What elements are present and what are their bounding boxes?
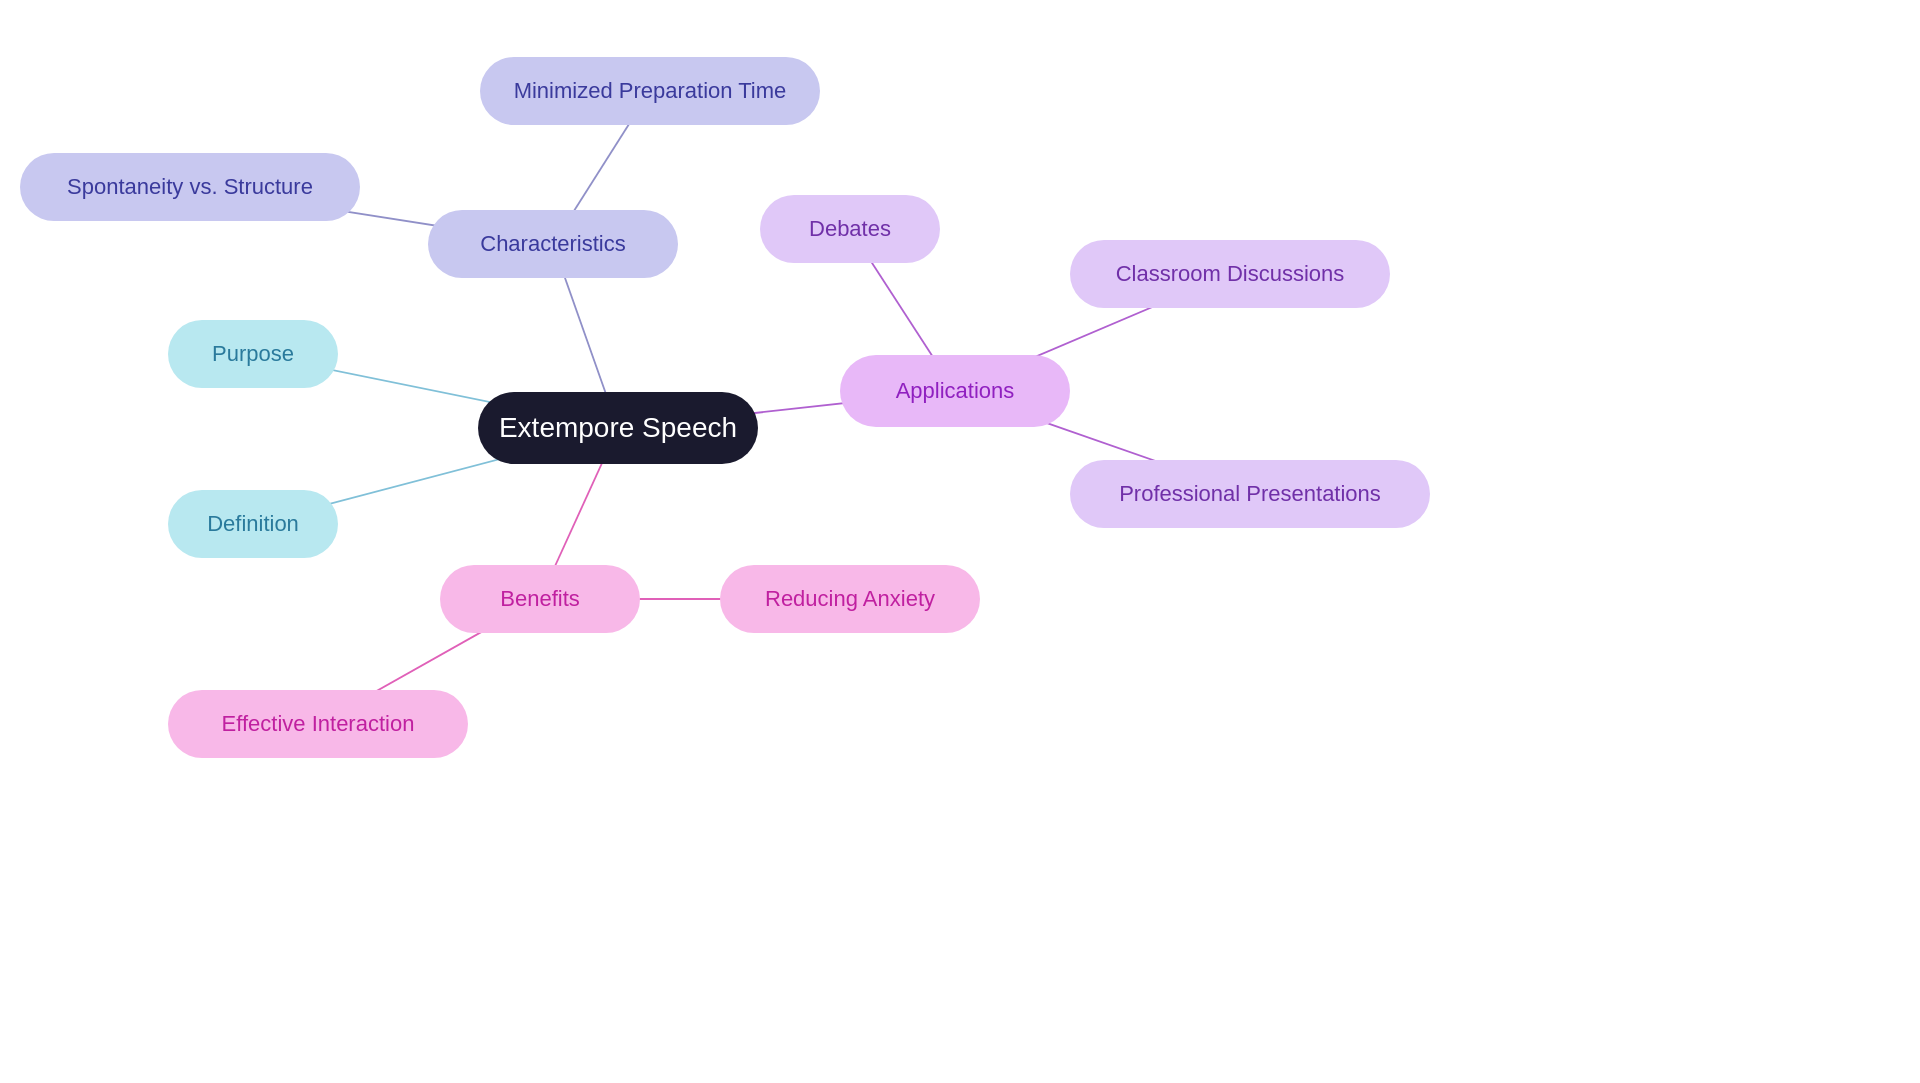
debates-node[interactable]: Debates: [760, 195, 940, 263]
center-node[interactable]: Extempore Speech: [478, 392, 758, 464]
definition-node[interactable]: Definition: [168, 490, 338, 558]
characteristics-node[interactable]: Characteristics: [428, 210, 678, 278]
minimized-prep-node[interactable]: Minimized Preparation Time: [480, 57, 820, 125]
purpose-node[interactable]: Purpose: [168, 320, 338, 388]
benefits-node[interactable]: Benefits: [440, 565, 640, 633]
reducing-anxiety-node[interactable]: Reducing Anxiety: [720, 565, 980, 633]
spontaneity-node[interactable]: Spontaneity vs. Structure: [20, 153, 360, 221]
professional-presentations-node[interactable]: Professional Presentations: [1070, 460, 1430, 528]
classroom-discussions-node[interactable]: Classroom Discussions: [1070, 240, 1390, 308]
applications-node[interactable]: Applications: [840, 355, 1070, 427]
effective-interaction-node[interactable]: Effective Interaction: [168, 690, 468, 758]
